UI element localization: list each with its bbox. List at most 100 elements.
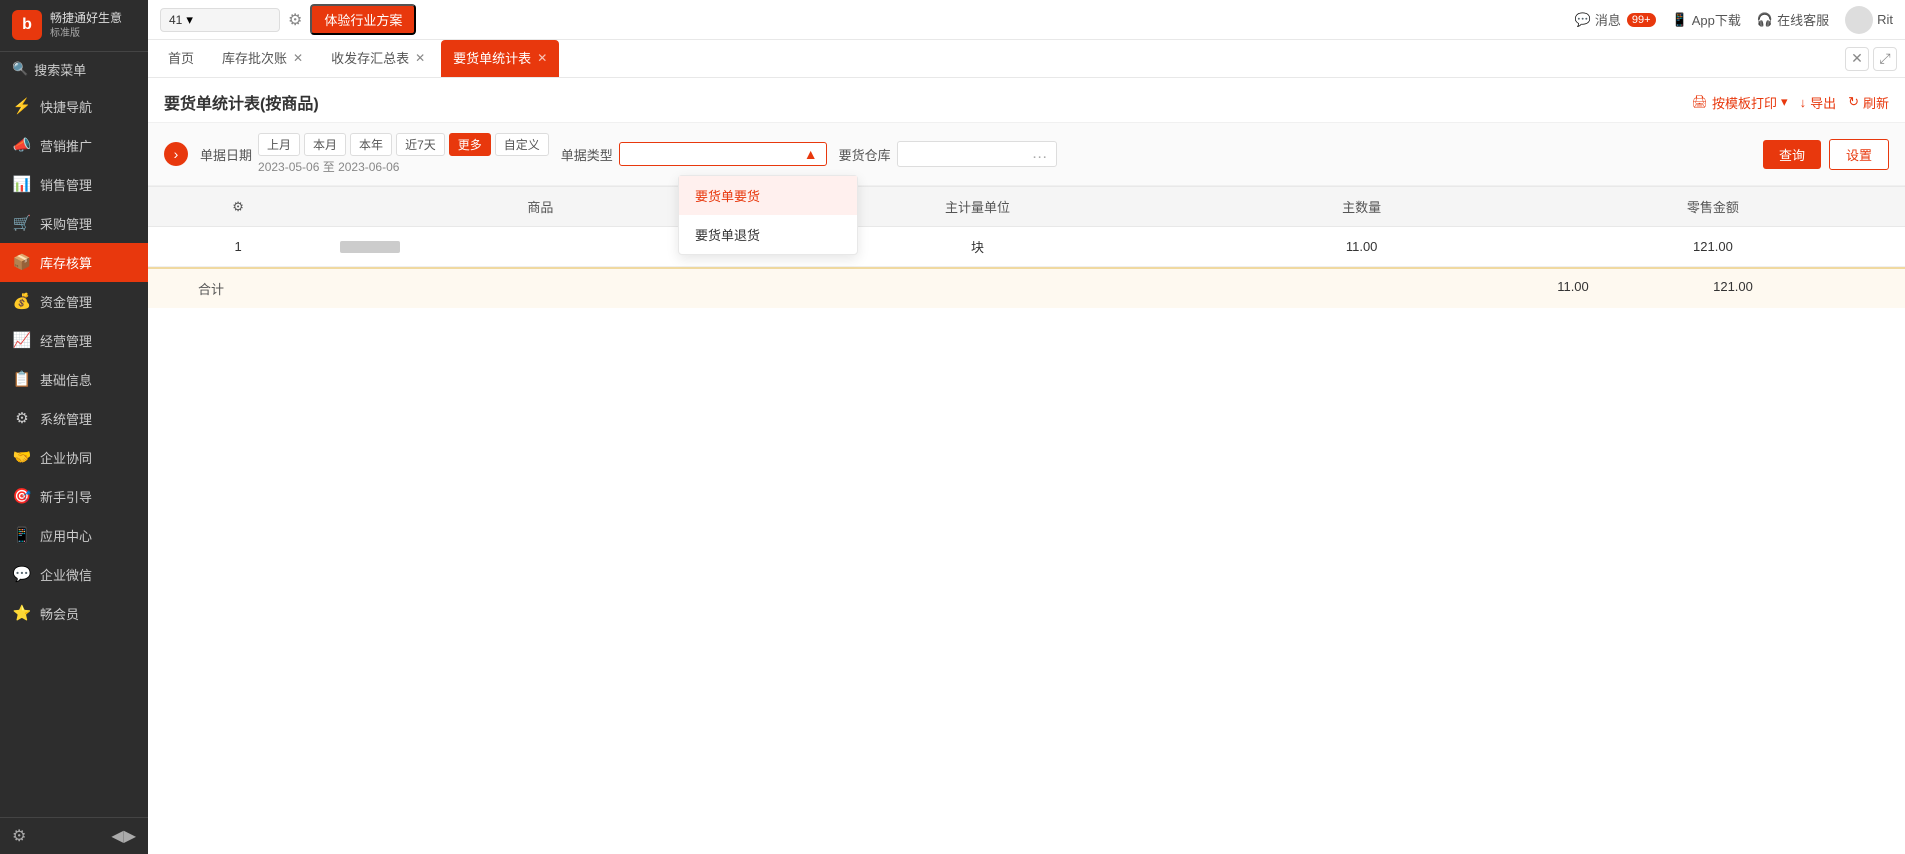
refresh-btn[interactable]: ↻ 刷新 [1848,93,1889,112]
dropdown-icon: ▾ [186,12,193,28]
table-footer: 合计 11.00 121.00 [148,267,1905,308]
sidebar-item-label: 销售管理 [40,175,92,194]
user-avatar-btn[interactable]: Rit [1845,6,1893,34]
main-area: 41 ▾ ⚙ 体验行业方案 💬 消息 99+ 📱 App下载 🎧 在线客服 [148,0,1905,854]
cell-index: 1 [148,227,328,267]
date-btn-上月[interactable]: 上月 [258,133,300,156]
sidebar-item-purchase[interactable]: 🛒采购管理 [0,204,148,243]
promo-button[interactable]: 体验行业方案 [310,4,416,35]
sidebar-item-shortcut[interactable]: ⚡快捷导航 [0,87,148,126]
date-filter-label: 单据日期 [200,145,252,164]
footer-qty: 11.00 [1557,279,1589,294]
type-filter-select[interactable]: ▲ [619,142,827,166]
search-icon: 🔍 [12,61,28,77]
type-filter-arrow[interactable]: ▲ [804,146,818,162]
data-table: ⚙商品主计量单位主数量零售金额 1块11.00121.00 [148,186,1905,267]
sidebar-item-wechat[interactable]: 💬企业微信 [0,555,148,594]
topbar-gear-icon[interactable]: ⚙ [288,10,302,30]
sidebar-item-marketing[interactable]: 📣 营销推广 [0,126,148,165]
sidebar-item-sales[interactable]: 📊销售管理 [0,165,148,204]
sidebar-item-inventory[interactable]: 📦库存核算 [0,243,148,282]
tab-close-btn[interactable]: ✕ [293,51,303,65]
sidebar-item-vip[interactable]: ⭐畅会员 [0,594,148,633]
warehouse-filter-input[interactable]: … [897,141,1057,167]
tabbar-actions: ✕ ⤢ [1845,40,1897,77]
tab-receive-summary[interactable]: 收发存汇总表✕ [319,40,437,77]
cell-qty: 11.00 [1202,227,1520,267]
settings-button[interactable]: 设置 [1829,139,1889,170]
guide-icon: 🎯 [12,487,32,505]
page-content: 要货单统计表(按商品) 🖨 按模板打印 ▾ ↓ 导出 ↻ 刷新 [148,78,1905,854]
tab-label: 库存批次账 [222,48,287,67]
date-filter-group: 单据日期 上月本月本年近7天更多自定义 2023-05-06 至 2023-06… [200,133,549,175]
sidebar-item-enterprise[interactable]: 🤝 企业协同 [0,438,148,477]
tab-restore-btn[interactable]: ⤢ [1873,47,1897,71]
footer-amount: 121.00 [1713,279,1753,294]
sidebar-item-label: 企业协同 [40,448,92,467]
warehouse-filter-label: 要货仓库 [839,145,891,164]
tab-home[interactable]: 首页 [156,40,206,77]
sidebar-item-guide[interactable]: 🎯 新手引导 [0,477,148,516]
vip-icon: ⭐ [12,604,32,622]
type-filter-input[interactable] [628,147,804,162]
basic-icon: 📋 [12,370,32,388]
footer-cols: 合计 11.00 121.00 [160,279,1893,298]
enterprise-icon: 🤝 [12,448,32,466]
tab-close-btn[interactable]: ✕ [537,51,547,65]
tab-batch-account[interactable]: 库存批次账 ✕ [210,40,315,77]
dropdown-item-要货单要货[interactable]: 要货单要货 [679,176,857,215]
download-btn[interactable]: 📱 App下载 [1672,10,1741,29]
cell-amount: 121.00 [1521,227,1905,267]
export-icon: ↓ [1800,95,1807,110]
sidebar-item-basic[interactable]: 📋基础信息 [0,360,148,399]
tab-close-btn[interactable]: ✕ [415,51,425,65]
query-button[interactable]: 查询 [1763,140,1821,169]
sidebar-item-label: 库存核算 [40,253,92,272]
sidebar-bottom: ⚙ ◀▶ [0,817,148,854]
sidebar-item-label: 新手引导 [40,487,92,506]
col-header-index[interactable]: ⚙ [148,187,328,227]
date-btn-本年[interactable]: 本年 [350,133,392,156]
date-btn-自定义[interactable]: 自定义 [495,133,549,156]
topbar: 41 ▾ ⚙ 体验行业方案 💬 消息 99+ 📱 App下载 🎧 在线客服 [148,0,1905,40]
warehouse-more-icon[interactable]: … [1032,145,1048,163]
sidebar-search[interactable]: 🔍 搜索菜单 [0,52,148,87]
tabbar: 首页库存批次账✕收发存汇总表✕要货单统计表✕ ✕ ⤢ [148,40,1905,78]
sidebar-item-operations[interactable]: 📈经营管理 [0,321,148,360]
table-header: ⚙商品主计量单位主数量零售金额 [148,187,1905,227]
sidebar-item-label: 资金管理 [40,292,92,311]
sidebar-item-appstore[interactable]: 📱应用中心 [0,516,148,555]
settings-icon[interactable]: ⚙ [12,826,26,846]
service-btn[interactable]: 🎧 在线客服 [1757,10,1829,29]
sidebar-item-label: 经营管理 [40,331,92,350]
topbar-right: 💬 消息 99+ 📱 App下载 🎧 在线客服 Rit [1575,6,1893,34]
type-filter-label: 单据类型 [561,145,613,164]
sidebar-item-system[interactable]: ⚙系统管理 [0,399,148,438]
date-btn-更多[interactable]: 更多 [449,133,491,156]
shortcut-icon: ⚡ [12,97,32,115]
sidebar-item-label: 营销推广 [40,136,92,155]
print-btn[interactable]: 🖨 按模板打印 ▾ [1692,93,1788,112]
export-btn[interactable]: ↓ 导出 [1800,93,1837,112]
date-btn-近7天[interactable]: 近7天 [396,133,445,156]
tab-order-summary[interactable]: 要货单统计表 ✕ [441,40,559,77]
product-bar [340,241,400,253]
sidebar-item-finance[interactable]: 💰 资金管理 [0,282,148,321]
tab-label: 要货单统计表 [453,48,531,67]
date-btn-本月[interactable]: 本月 [304,133,346,156]
system-icon: ⚙ [12,409,32,427]
dropdown-item-要货单退货[interactable]: 要货单退货 [679,215,857,254]
filter-actions: 查询 设置 [1763,139,1889,170]
tab-close-all-btn[interactable]: ✕ [1845,47,1869,71]
page-header: 要货单统计表(按商品) 🖨 按模板打印 ▾ ↓ 导出 ↻ 刷新 [148,78,1905,123]
store-selector[interactable]: 41 ▾ [160,8,280,32]
sidebar: b 畅捷通好生意 标准版 🔍 搜索菜单 ⚡快捷导航📣营销推广📊销售管理🛒采购管理… [0,0,148,854]
message-btn[interactable]: 💬 消息 99+ [1575,10,1656,29]
page-inner: 要货单统计表(按商品) 🖨 按模板打印 ▾ ↓ 导出 ↻ 刷新 [148,78,1905,854]
page-header-actions: 🖨 按模板打印 ▾ ↓ 导出 ↻ 刷新 [1692,93,1890,112]
filter-toggle-btn[interactable]: › [164,142,188,166]
collapse-icon[interactable]: ◀▶ [111,826,136,846]
date-buttons: 上月本月本年近7天更多自定义 [258,133,549,156]
finance-icon: 💰 [12,292,32,310]
marketing-icon: 📣 [12,136,32,154]
